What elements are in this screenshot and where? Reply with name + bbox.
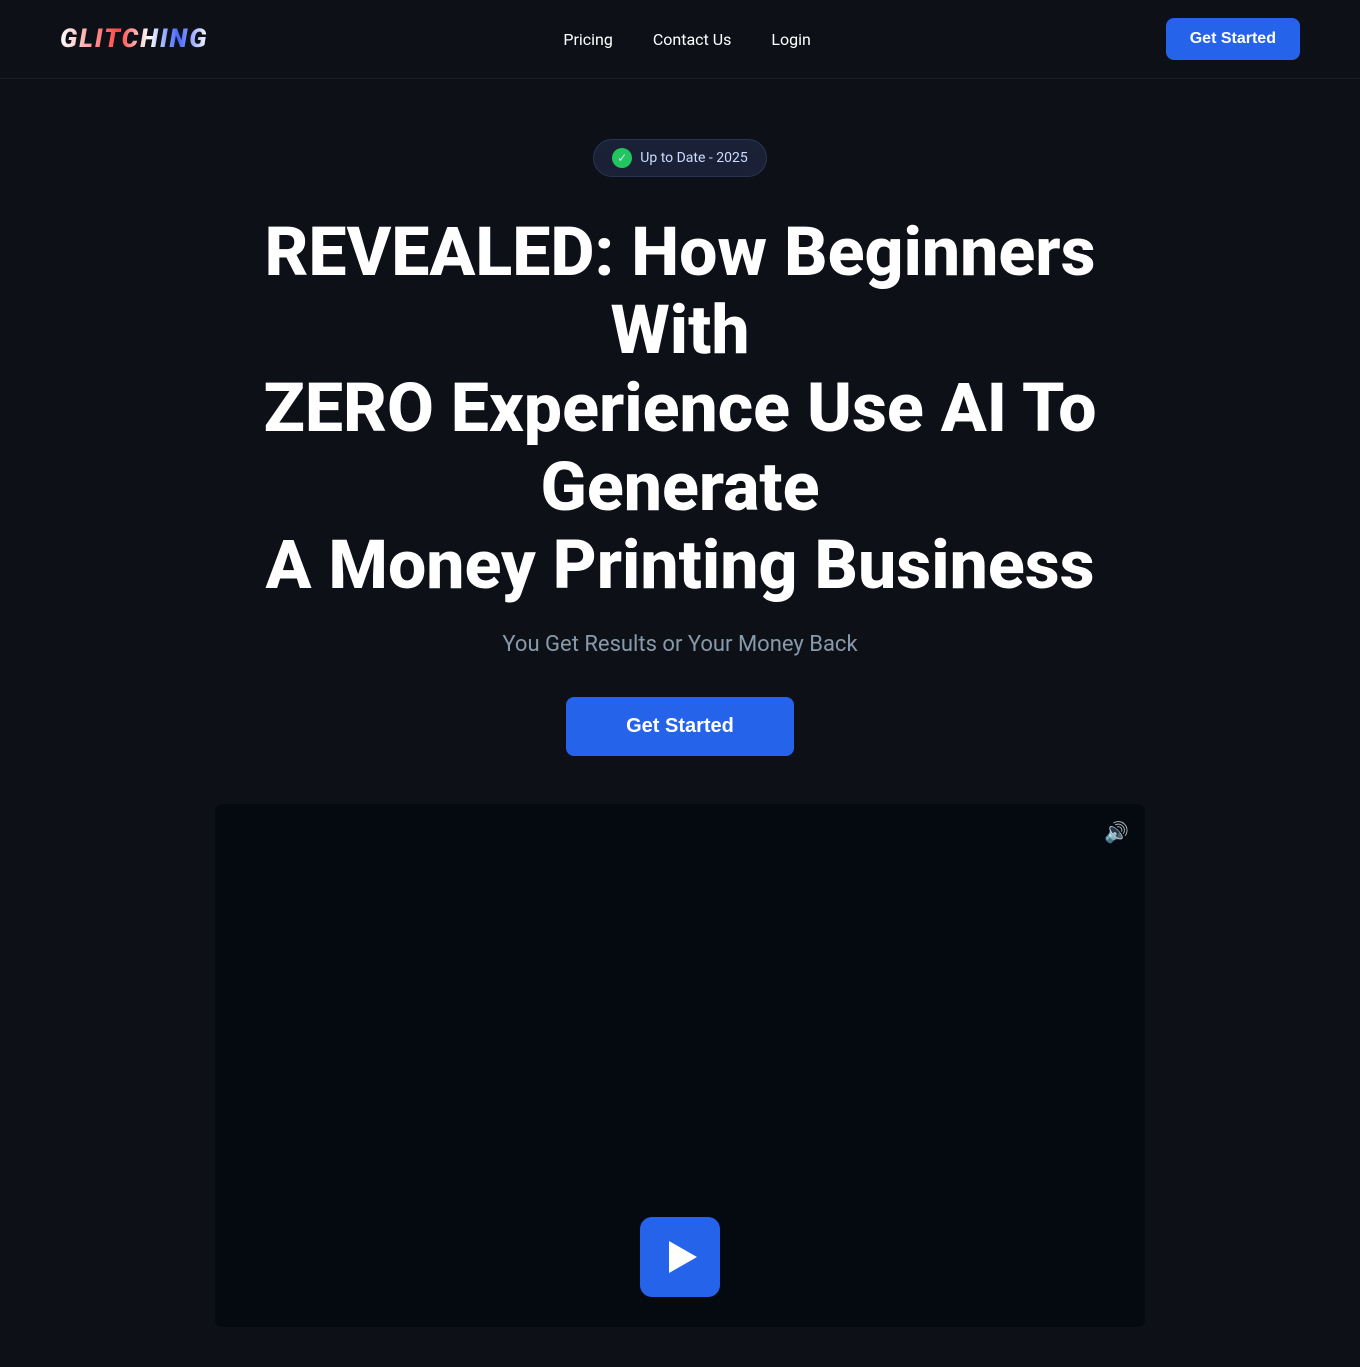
video-container[interactable]: 🔊 <box>215 804 1145 1327</box>
speaker-icon: 🔊 <box>1104 820 1129 844</box>
video-inner: 🔊 <box>215 804 1145 1327</box>
play-triangle-icon <box>669 1241 697 1273</box>
hero-section: ✓ Up to Date - 2025 REVEALED: How Beginn… <box>0 79 1360 1367</box>
volume-icon[interactable]: 🔊 <box>1104 820 1129 844</box>
nav-link-login[interactable]: Login <box>771 30 810 49</box>
badge-text: Up to Date - 2025 <box>640 150 747 166</box>
nav-item-contact[interactable]: Contact Us <box>653 30 732 49</box>
hero-title-line3: A Money Printing Business <box>265 525 1094 605</box>
logo[interactable]: GLITCHING <box>60 24 208 54</box>
navbar: GLITCHING Pricing Contact Us Login Get S… <box>0 0 1360 79</box>
nav-links: Pricing Contact Us Login <box>563 30 810 49</box>
nav-item-login[interactable]: Login <box>771 30 810 49</box>
hero-title-line1: REVEALED: How Beginners With <box>264 212 1095 370</box>
check-icon: ✓ <box>612 148 632 168</box>
navbar-get-started-button[interactable]: Get Started <box>1166 18 1300 60</box>
hero-get-started-button[interactable]: Get Started <box>566 697 794 756</box>
nav-link-pricing[interactable]: Pricing <box>563 30 613 49</box>
hero-subtitle: You Get Results or Your Money Back <box>502 632 857 657</box>
nav-item-pricing[interactable]: Pricing <box>563 30 613 49</box>
video-play-button[interactable] <box>640 1217 720 1297</box>
nav-link-contact[interactable]: Contact Us <box>653 30 732 49</box>
hero-title-line2: ZERO Experience Use AI To Generate <box>263 368 1096 526</box>
badge: ✓ Up to Date - 2025 <box>593 139 766 177</box>
hero-title: REVEALED: How Beginners With ZERO Experi… <box>230 213 1130 604</box>
